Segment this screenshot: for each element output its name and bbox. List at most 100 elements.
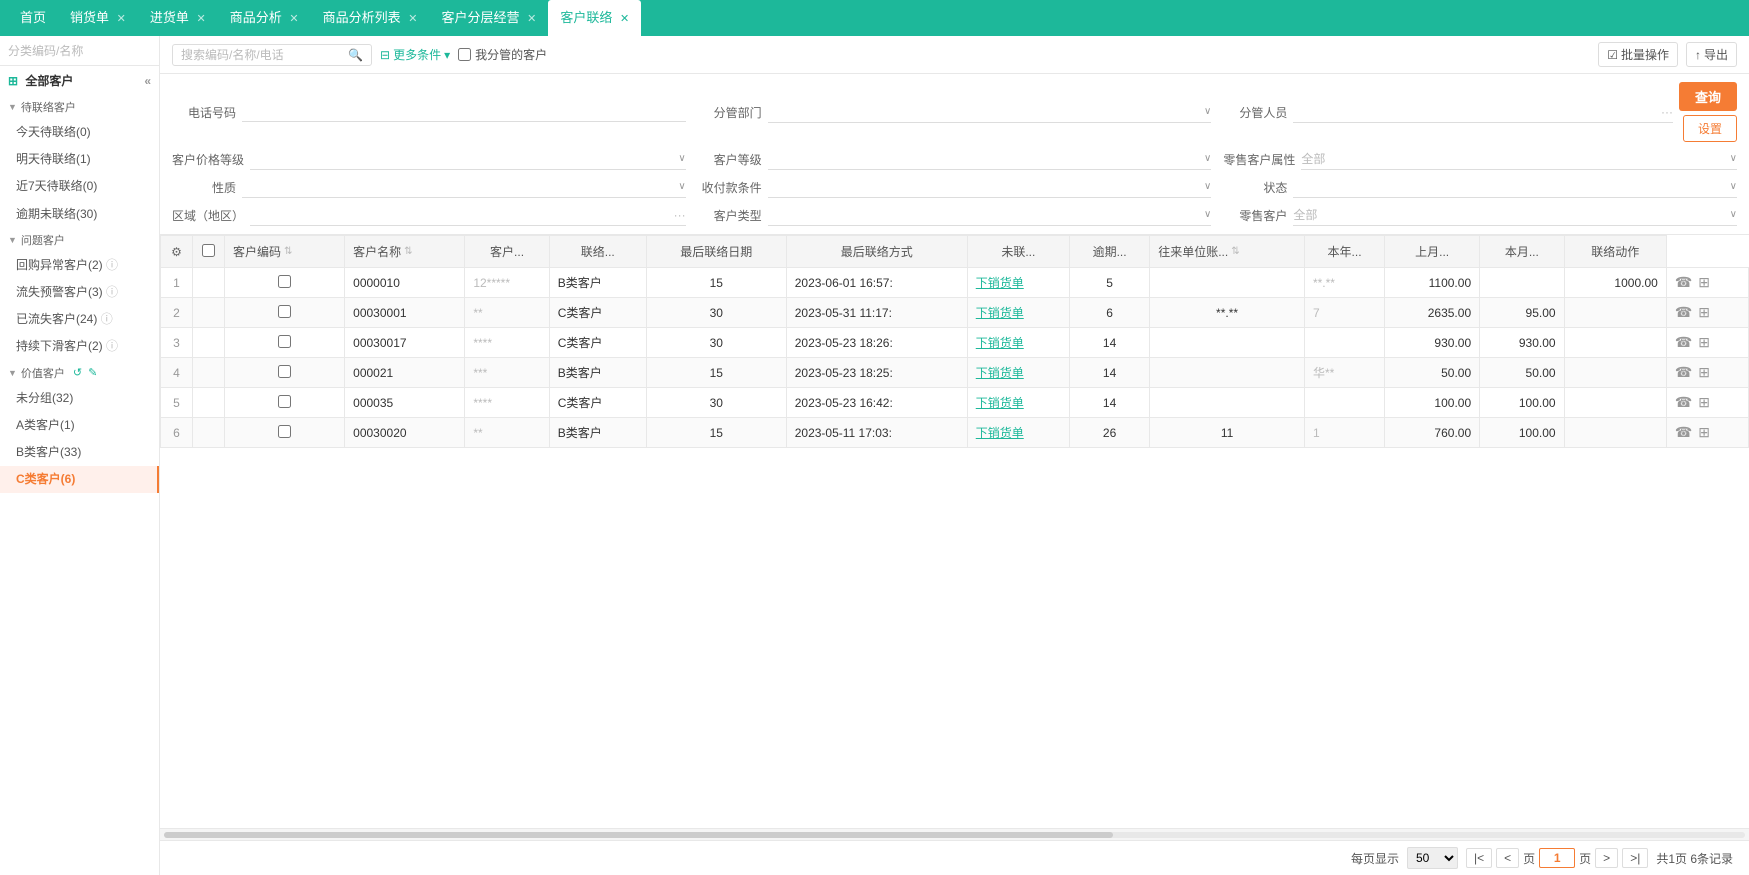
more-icon[interactable]: ··· [1661, 105, 1673, 119]
grid-action-icon[interactable]: ⊞ [1698, 334, 1710, 351]
grid-action-icon[interactable]: ⊞ [1698, 274, 1710, 291]
edit-icon[interactable]: ✎ [88, 366, 97, 379]
per-page-select[interactable]: 50 100 200 [1407, 847, 1458, 869]
more-icon[interactable]: ··· [674, 208, 686, 222]
sidebar-item-declining[interactable]: 持续下滑客户(2) ⓘ [0, 333, 159, 360]
nav-sales-order[interactable]: 销货单 ✕ [58, 0, 138, 36]
sidebar-all-customers[interactable]: ⊞ 全部客户 « [0, 66, 159, 95]
nav-close-purchase-order[interactable]: ✕ [197, 13, 206, 25]
row-select-checkbox[interactable] [278, 395, 291, 408]
my-customers-checkbox-group[interactable]: 我分管的客户 [458, 46, 547, 63]
export-button[interactable]: ↑ 导出 [1686, 42, 1737, 67]
nature-select[interactable]: ∨ [242, 176, 686, 198]
retail-customer-select[interactable]: 全部 ∨ [1293, 204, 1737, 226]
customer-grade-select[interactable]: ∨ [768, 148, 1212, 170]
sort-icon[interactable]: ⇅ [404, 246, 412, 257]
manager-select[interactable]: ··· [1293, 101, 1673, 123]
sort-icon[interactable]: ⇅ [284, 246, 292, 257]
sidebar-item-ungrouped[interactable]: 未分组(32) [0, 385, 159, 412]
row-checkbox[interactable] [225, 328, 345, 358]
phone-input[interactable] [242, 103, 686, 122]
nav-product-analysis-list[interactable]: 商品分析列表 ✕ [311, 0, 430, 36]
sidebar-item-overdue-pending[interactable]: 逾期未联络(30) [0, 201, 159, 228]
sidebar-item-repurchase-abnormal[interactable]: 回购异常客户(2) ⓘ [0, 252, 159, 279]
phone-icon[interactable]: ☎ [1675, 394, 1692, 411]
retail-attr-select[interactable]: 全部 ∨ [1301, 148, 1737, 170]
sort-icon[interactable]: ⇅ [1231, 246, 1239, 257]
phone-icon[interactable]: ☎ [1675, 304, 1692, 321]
nav-product-analysis[interactable]: 商品分析 ✕ [218, 0, 311, 36]
sidebar-item-class-b[interactable]: B类客户(33) [0, 439, 159, 466]
nav-customer-contact[interactable]: 客户联络 ✕ [548, 0, 641, 36]
phone-icon[interactable]: ☎ [1675, 424, 1692, 441]
status-select[interactable]: ∨ [1293, 176, 1737, 198]
more-conditions-button[interactable]: ⊟ 更多条件 ▾ [380, 46, 450, 63]
gear-icon[interactable]: ⚙ [171, 245, 182, 259]
row-select-checkbox[interactable] [278, 425, 291, 438]
sidebar-section-problem[interactable]: 问题客户 [0, 228, 159, 252]
sidebar-item-churned[interactable]: 已流失客户(24) ⓘ [0, 306, 159, 333]
grid-action-icon[interactable]: ⊞ [1698, 364, 1710, 381]
settings-button[interactable]: 设置 [1683, 115, 1737, 142]
first-page-button[interactable]: |< [1466, 848, 1492, 868]
row-last-contact-method[interactable]: 下销货单 [967, 298, 1069, 328]
row-last-contact-method[interactable]: 下销货单 [967, 388, 1069, 418]
sidebar-search-box[interactable]: 🔍 [0, 36, 159, 66]
row-select-checkbox[interactable] [278, 275, 291, 288]
nav-close-product-analysis[interactable]: ✕ [289, 13, 298, 25]
row-select-checkbox[interactable] [278, 365, 291, 378]
scroll-thumb[interactable] [164, 832, 1113, 838]
nav-close-customer-layering[interactable]: ✕ [527, 13, 536, 25]
row-checkbox[interactable] [225, 358, 345, 388]
row-checkbox[interactable] [225, 388, 345, 418]
collapse-icon[interactable]: « [144, 74, 151, 88]
region-select[interactable]: ··· [250, 204, 686, 226]
sidebar-item-tomorrow-pending[interactable]: 明天待联络(1) [0, 146, 159, 173]
nav-purchase-order[interactable]: 进货单 ✕ [138, 0, 218, 36]
prev-page-button[interactable]: < [1496, 848, 1519, 868]
phone-icon[interactable]: ☎ [1675, 274, 1692, 291]
phone-icon[interactable]: ☎ [1675, 364, 1692, 381]
select-all-checkbox[interactable] [202, 244, 215, 257]
search-icon[interactable]: 🔍 [348, 48, 363, 62]
my-customers-checkbox[interactable] [458, 48, 471, 61]
query-button[interactable]: 查询 [1679, 82, 1737, 111]
next-page-button[interactable]: > [1595, 848, 1618, 868]
grid-action-icon[interactable]: ⊞ [1698, 304, 1710, 321]
horizontal-scrollbar[interactable] [160, 828, 1749, 840]
phone-icon[interactable]: ☎ [1675, 334, 1692, 351]
sidebar-item-today-pending[interactable]: 今天待联络(0) [0, 119, 159, 146]
row-checkbox[interactable] [225, 418, 345, 448]
search-box[interactable]: 🔍 [172, 44, 372, 66]
nav-close-customer-contact[interactable]: ✕ [620, 13, 629, 25]
dept-select[interactable]: ∨ [768, 101, 1212, 123]
sidebar-item-class-c[interactable]: C类客户(6) [0, 466, 159, 493]
row-last-contact-method[interactable]: 下销货单 [967, 358, 1069, 388]
last-page-button[interactable]: >| [1622, 848, 1648, 868]
search-input[interactable] [181, 48, 348, 62]
row-last-contact-method[interactable]: 下销货单 [967, 328, 1069, 358]
row-checkbox[interactable] [225, 298, 345, 328]
sidebar-item-churn-warning[interactable]: 流失预警客户(3) ⓘ [0, 279, 159, 306]
row-select-checkbox[interactable] [278, 335, 291, 348]
nav-close-sales-order[interactable]: ✕ [117, 13, 126, 25]
value-grade-select[interactable]: ∨ [250, 148, 686, 170]
grid-action-icon[interactable]: ⊞ [1698, 394, 1710, 411]
nav-home[interactable]: 首页 [8, 0, 58, 36]
row-last-contact-method[interactable]: 下销货单 [967, 268, 1069, 298]
nav-customer-layering[interactable]: 客户分层经营 ✕ [429, 0, 548, 36]
refresh-icon[interactable]: ↺ [73, 366, 82, 379]
sidebar-search-input[interactable] [8, 44, 160, 58]
row-checkbox[interactable] [225, 268, 345, 298]
sidebar-section-pending[interactable]: 待联络客户 [0, 95, 159, 119]
row-select-checkbox[interactable] [278, 305, 291, 318]
sidebar-section-value[interactable]: 价值客户 ↺ ✎ [0, 361, 159, 385]
sidebar-item-class-a[interactable]: A类客户(1) [0, 412, 159, 439]
page-number-input[interactable] [1539, 848, 1575, 868]
nav-close-product-analysis-list[interactable]: ✕ [408, 13, 417, 25]
grid-action-icon[interactable]: ⊞ [1698, 424, 1710, 441]
customer-type-select[interactable]: ∨ [768, 204, 1212, 226]
row-last-contact-method[interactable]: 下销货单 [967, 418, 1069, 448]
payment-select[interactable]: ∨ [768, 176, 1212, 198]
sidebar-item-7days-pending[interactable]: 近7天待联络(0) [0, 173, 159, 200]
